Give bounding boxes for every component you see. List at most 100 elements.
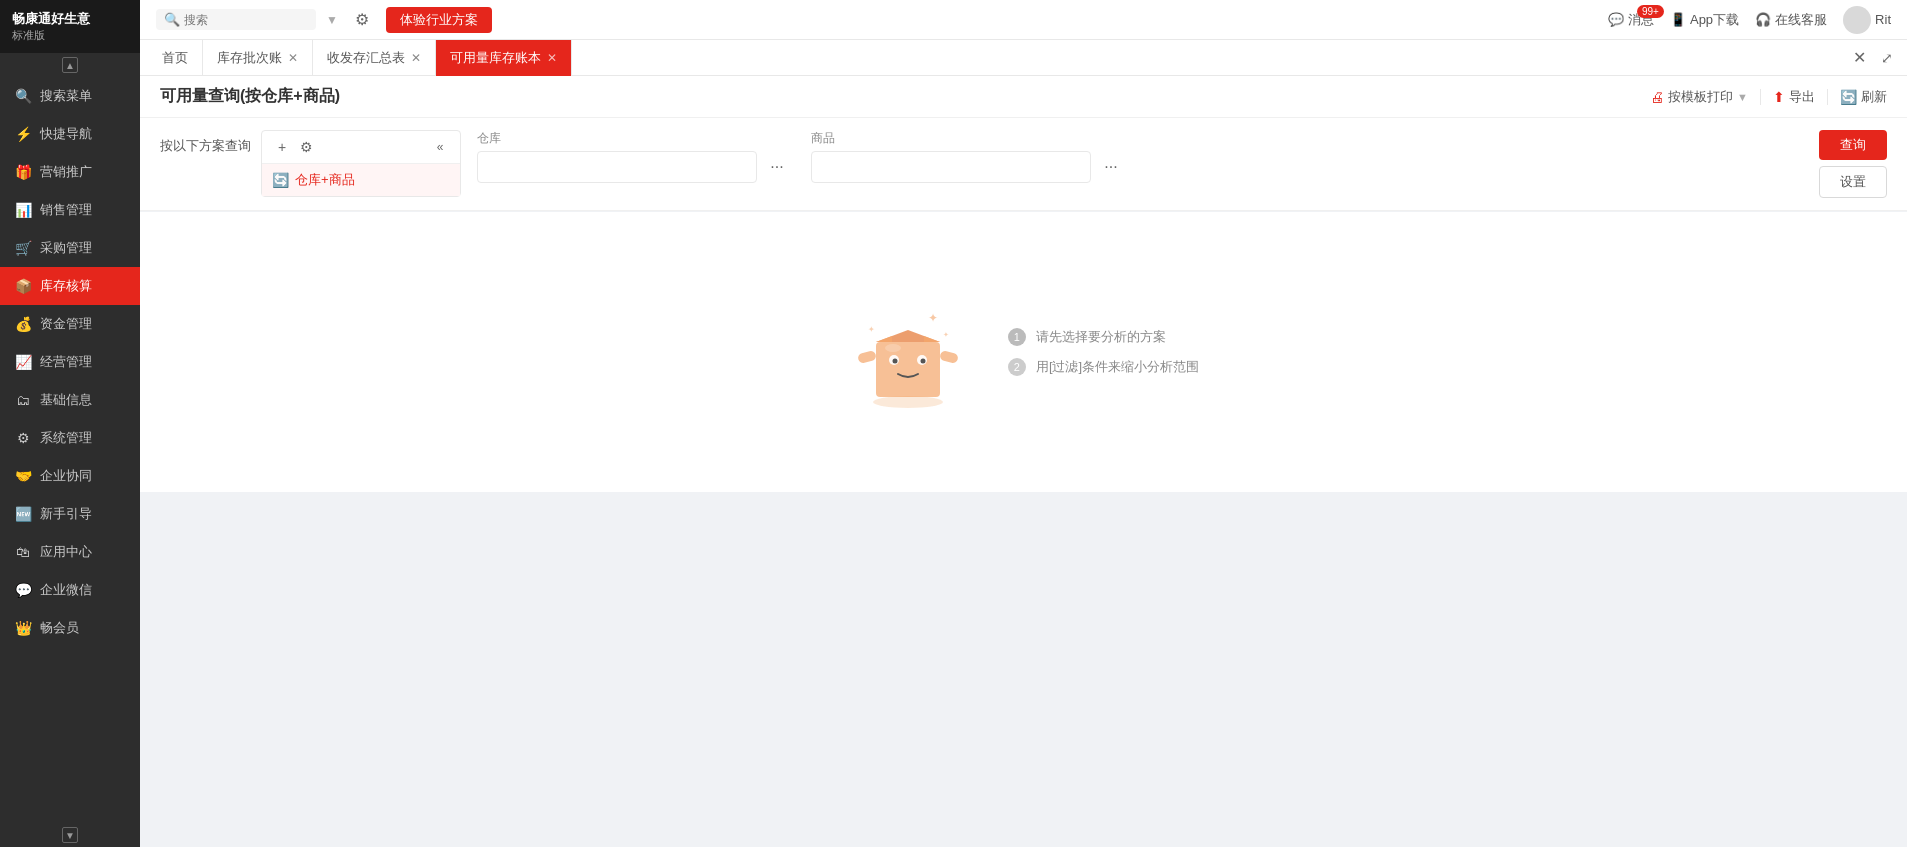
newbie-nav-icon: 🆕 [14,505,32,523]
app-download-button[interactable]: 📱 App下载 [1670,11,1739,29]
chevron-down-icon: ▼ [326,13,338,27]
close-icon[interactable]: ✕ [547,52,557,64]
sidebar-item-sales-label: 销售管理 [40,201,92,219]
user-menu[interactable]: Rit [1843,6,1891,34]
product-input[interactable] [811,151,1091,183]
wechat-nav-icon: 💬 [14,581,32,599]
sidebar-item-inventory[interactable]: 📦 库存核算 [0,267,140,305]
filter-buttons: 查询 设置 [1819,130,1887,198]
finance-nav-icon: 💰 [14,315,32,333]
close-icon[interactable]: ✕ [288,52,298,64]
inventory-nav-icon: 📦 [14,277,32,295]
sidebar-item-marketing[interactable]: 🎁 营销推广 [0,153,140,191]
tab-home[interactable]: 首页 [148,40,203,76]
sidebar-item-purchase[interactable]: 🛒 采购管理 [0,229,140,267]
sidebar-item-finance[interactable]: 💰 资金管理 [0,305,140,343]
empty-tip-2: 2 用[过滤]条件来缩小分析范围 [1008,358,1199,376]
message-icon: 💬 [1608,12,1624,27]
svg-point-8 [885,344,901,352]
topbar-search-box[interactable]: 🔍 [156,9,316,30]
scheme-icon: 🔄 [272,172,289,188]
sidebar-item-search[interactable]: 🔍 搜索菜单 [0,77,140,115]
product-input-group: ··· [811,151,1125,183]
sidebar-item-wechat[interactable]: 💬 企业微信 [0,571,140,609]
manage-scheme-button[interactable]: ⚙ [296,137,316,157]
svg-point-0 [873,396,943,408]
tip-number-1: 1 [1008,328,1026,346]
sidebar-item-basic[interactable]: 🗂 基础信息 [0,381,140,419]
export-button[interactable]: ⬆ 导出 [1773,88,1815,106]
svg-text:✦: ✦ [868,325,875,334]
sidebar-item-operations[interactable]: 📈 经营管理 [0,343,140,381]
product-label: 商品 [811,130,1125,147]
tab-receipt-summary-label: 收发存汇总表 [327,49,405,67]
svg-rect-6 [857,350,877,364]
add-scheme-button[interactable]: + [272,137,292,157]
sidebar: 畅康通好生意 标准版 ▲ 🔍 搜索菜单 ⚡ 快捷导航 🎁 营销推广 📊 销售管理… [0,0,140,847]
search-input[interactable] [184,13,284,27]
tab-available-ledger[interactable]: 可用量库存账本 ✕ [436,40,572,76]
expand-tab-button[interactable]: ⤢ [1875,46,1899,70]
sidebar-item-member[interactable]: 👑 畅会员 [0,609,140,647]
warehouse-input[interactable] [477,151,757,183]
scheme-item-label: 仓库+商品 [295,171,355,189]
avatar [1843,6,1871,34]
sidebar-item-shortcuts[interactable]: ⚡ 快捷导航 [0,115,140,153]
brand-name: 畅康通好生意 [12,10,128,28]
tab-batch-ledger[interactable]: 库存批次账 ✕ [203,40,313,76]
page-header-actions: 🖨 按模板打印 ▼ ⬆ 导出 🔄 刷新 [1650,88,1887,106]
basic-nav-icon: 🗂 [14,391,32,409]
headset-icon: 🎧 [1755,12,1771,27]
sidebar-scroll-up[interactable]: ▲ [62,57,78,73]
svg-text:✦: ✦ [928,311,938,325]
warehouse-more-button[interactable]: ··· [763,153,791,181]
tip-text-1: 请先选择要分析的方案 [1036,328,1166,346]
enterprise-nav-icon: 🤝 [14,467,32,485]
sidebar-item-enterprise-label: 企业协同 [40,467,92,485]
sidebar-scroll-down[interactable]: ▼ [62,827,78,843]
settings-button[interactable]: 设置 [1819,166,1887,198]
close-icon[interactable]: ✕ [411,52,421,64]
empty-tips: 1 请先选择要分析的方案 2 用[过滤]条件来缩小分析范围 [1008,328,1199,376]
divider [1827,89,1828,105]
message-button[interactable]: 💬 消息 99+ [1608,11,1654,29]
page-header: 可用量查询(按仓库+商品) 🖨 按模板打印 ▼ ⬆ 导出 🔄 刷新 [140,76,1907,118]
sidebar-item-enterprise[interactable]: 🤝 企业协同 [0,457,140,495]
sidebar-nav: 🔍 搜索菜单 ⚡ 快捷导航 🎁 营销推广 📊 销售管理 🛒 采购管理 📦 库存核… [0,77,140,823]
sidebar-item-sales[interactable]: 📊 销售管理 [0,191,140,229]
query-button[interactable]: 查询 [1819,130,1887,160]
scheme-warehouse-product[interactable]: 🔄 仓库+商品 [262,164,460,196]
sidebar-item-appstore-label: 应用中心 [40,543,92,561]
industry-solution-button[interactable]: 体验行业方案 [386,7,492,33]
search-nav-icon: 🔍 [14,87,32,105]
search-icon: 🔍 [164,12,180,27]
shortcuts-nav-icon: ⚡ [14,125,32,143]
sidebar-item-newbie[interactable]: 🆕 新手引导 [0,495,140,533]
member-nav-icon: 👑 [14,619,32,637]
print-button[interactable]: 🖨 按模板打印 ▼ [1650,88,1748,106]
tab-available-ledger-label: 可用量库存账本 [450,49,541,67]
refresh-button[interactable]: 🔄 刷新 [1840,88,1887,106]
product-more-button[interactable]: ··· [1097,153,1125,181]
sidebar-item-appstore[interactable]: 🛍 应用中心 [0,533,140,571]
phone-icon: 📱 [1670,12,1686,27]
purchase-nav-icon: 🛒 [14,239,32,257]
sidebar-item-system-label: 系统管理 [40,429,92,447]
sidebar-item-wechat-label: 企业微信 [40,581,92,599]
page-content: 可用量查询(按仓库+商品) 🖨 按模板打印 ▼ ⬆ 导出 🔄 刷新 [140,76,1907,847]
empty-illustration: ✦ ✦ ✦ [848,292,968,412]
close-tab-button[interactable]: ✕ [1847,46,1871,70]
filter-label: 按以下方案查询 [160,130,251,162]
sidebar-item-marketing-label: 营销推广 [40,163,92,181]
settings-icon[interactable]: ⚙ [348,6,376,34]
tab-receipt-summary[interactable]: 收发存汇总表 ✕ [313,40,436,76]
sidebar-item-system[interactable]: ⚙ 系统管理 [0,419,140,457]
sidebar-item-shortcuts-label: 快捷导航 [40,125,92,143]
filter-scheme-header: + ⚙ « [262,131,460,164]
svg-rect-1 [876,342,940,397]
online-service-button[interactable]: 🎧 在线客服 [1755,11,1827,29]
collapse-scheme-button[interactable]: « [430,137,450,157]
filter-area: 按以下方案查询 + ⚙ « 🔄 仓库+商品 仓库 [140,118,1907,211]
tabs-actions: ✕ ⤢ [1847,46,1899,70]
svg-point-4 [892,359,897,364]
